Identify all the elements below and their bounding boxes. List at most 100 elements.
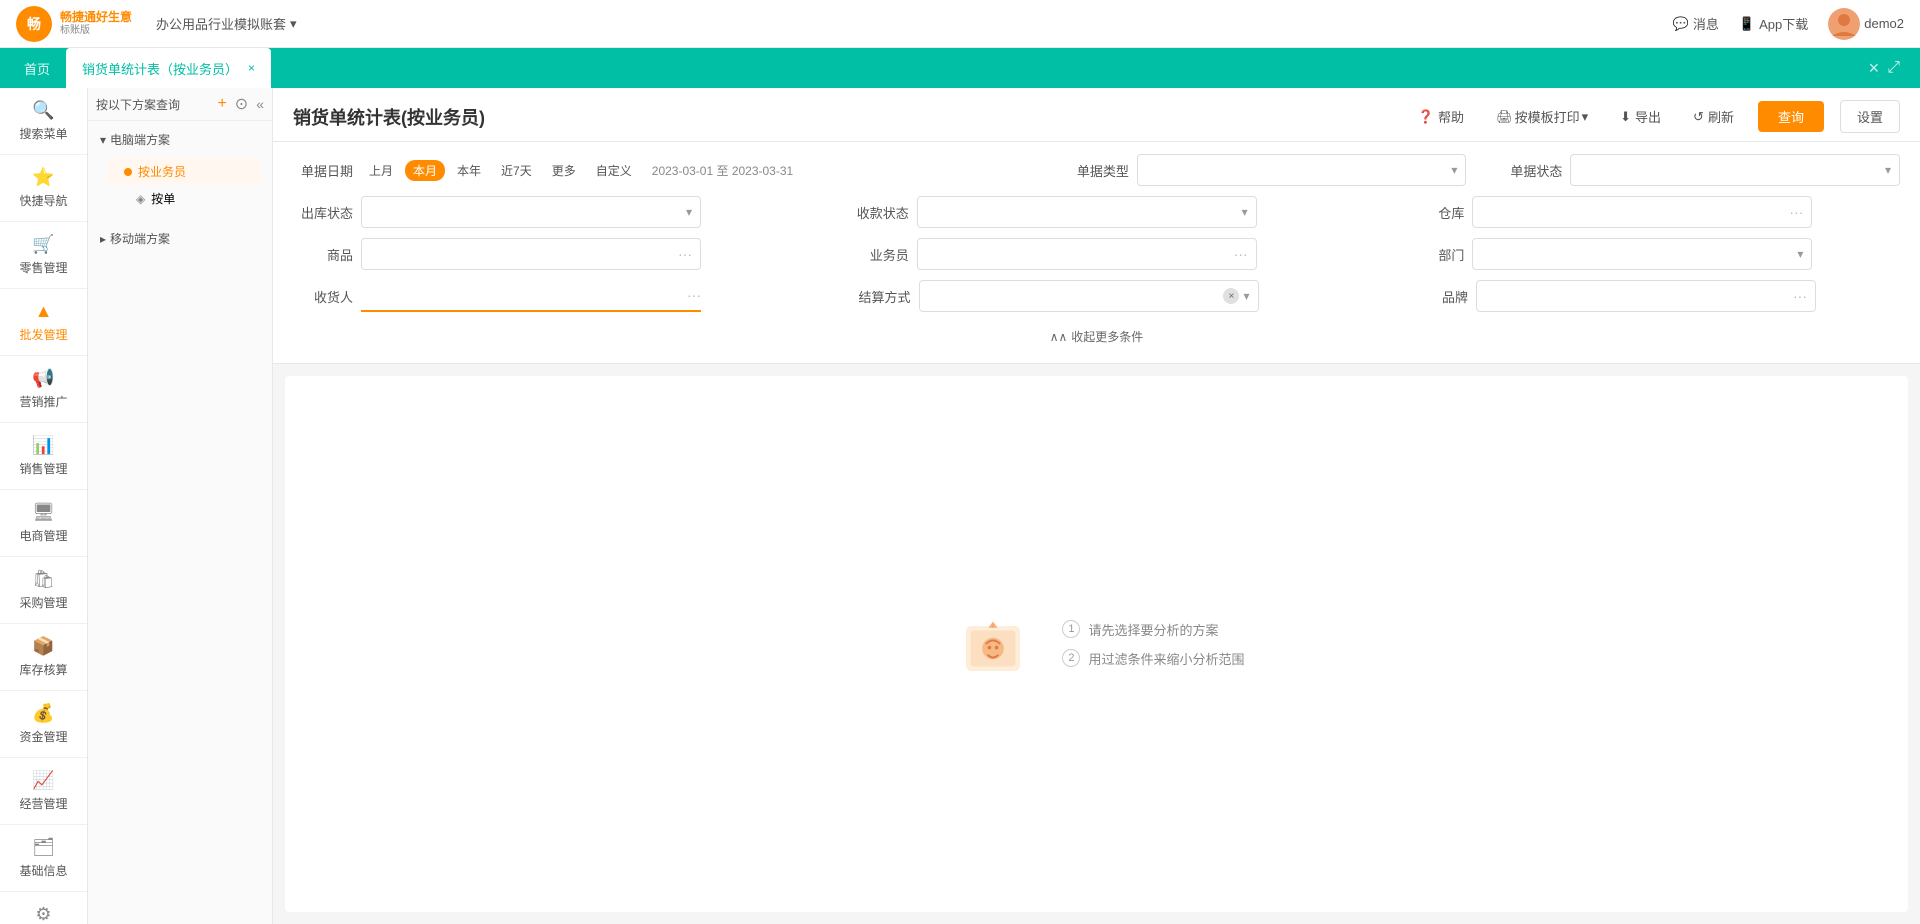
brand-dots[interactable]: ··· xyxy=(1793,288,1807,304)
sidebar-item-wholesale[interactable]: ▲ 批发管理 xyxy=(0,289,87,356)
sidebar-item-system[interactable]: ⚙ 系统管理 xyxy=(0,892,87,924)
wholesale-icon: ▲ xyxy=(35,301,53,322)
payment-status-chevron: ▾ xyxy=(1242,205,1248,219)
scheme-by-staff[interactable]: 按业务员 xyxy=(108,158,260,185)
dept-control[interactable]: ▾ xyxy=(1472,238,1812,270)
sales-icon: 📊 xyxy=(32,435,54,456)
sidebar: 🔍 搜索菜单 ⭐ 快捷导航 🛒 零售管理 ▲ 批发管理 📢 营销推广 📊 销售管… xyxy=(0,88,88,924)
sidebar-item-marketing[interactable]: 📢 营销推广 xyxy=(0,356,87,423)
basic-icon: 🗂 xyxy=(32,837,55,858)
sidebar-item-sales[interactable]: 📊 销售管理 xyxy=(0,423,87,490)
topbar: 畅 畅捷通好生意 标账版 办公用品行业模拟账套 ▾ 💬 消息 📱 App下载 xyxy=(0,0,1920,48)
desktop-section-label: 电脑端方案 xyxy=(110,131,170,148)
help-icon: ❓ xyxy=(1418,109,1434,125)
phone-icon: 📱 xyxy=(1739,16,1755,32)
help-btn[interactable]: ❓ 帮助 xyxy=(1410,103,1472,130)
maximize-window-icon[interactable]: ⤢ xyxy=(1887,59,1900,77)
user-avatar[interactable]: demo2 xyxy=(1828,8,1904,40)
empty-tip-2: 2 用过滤条件来缩小分析范围 xyxy=(1062,649,1244,668)
search-btn[interactable]: 查询 xyxy=(1758,101,1824,132)
nav-section-mobile: ▸ 移动端方案 xyxy=(88,220,272,257)
receiver-control[interactable]: ··· xyxy=(361,280,701,312)
settlement-chevron: ▾ xyxy=(1243,289,1249,303)
goods-label: 商品 xyxy=(293,245,353,264)
date-tab-current-year[interactable]: 本年 xyxy=(449,160,489,181)
date-tab-custom[interactable]: 自定义 xyxy=(588,160,640,181)
goods-dots[interactable]: ··· xyxy=(678,246,692,262)
ship-status-control[interactable]: ▾ xyxy=(361,196,701,228)
print-btn[interactable]: 🖨 按模板打印 ▾ xyxy=(1488,103,1596,130)
message-icon: 💬 xyxy=(1673,16,1689,32)
export-btn[interactable]: ⬇ 导出 xyxy=(1612,103,1669,130)
collapse-filter-btn[interactable]: ∧∧ 收起更多条件 xyxy=(293,322,1900,351)
sidebar-item-operations[interactable]: 📈 经营管理 xyxy=(0,758,87,825)
sidebar-item-basic[interactable]: 🗂 基础信息 xyxy=(0,825,87,892)
doc-status-control[interactable]: ▾ xyxy=(1570,154,1900,186)
operations-icon: 📈 xyxy=(32,770,54,791)
chevron-right-icon: ▸ xyxy=(100,232,106,246)
doc-type-control[interactable]: ▾ xyxy=(1137,154,1467,186)
warehouse-dots[interactable]: ··· xyxy=(1789,204,1803,220)
search-icon: 🔍 xyxy=(32,100,54,121)
tab-home[interactable]: 首页 xyxy=(8,48,66,88)
nav-scheme-sales: 按业务员 ◈ 按单 xyxy=(88,154,272,216)
receiver-dots[interactable]: ··· xyxy=(687,287,701,303)
date-tab-last-month[interactable]: 上月 xyxy=(361,160,401,181)
payment-status-control[interactable]: ▾ xyxy=(917,196,1257,228)
staff-dots[interactable]: ··· xyxy=(1234,246,1248,262)
tab-close-btn[interactable]: × xyxy=(248,61,255,75)
date-tab-current-month[interactable]: 本月 xyxy=(405,160,445,181)
sidebar-item-ecommerce[interactable]: 🖥 电商管理 xyxy=(0,490,87,557)
sub-doc-icon: ◈ xyxy=(136,192,145,206)
purchase-icon: 🛍 xyxy=(32,569,55,590)
date-tab-7days[interactable]: 近7天 xyxy=(493,160,540,181)
sidebar-item-purchase[interactable]: 🛍 采购管理 xyxy=(0,557,87,624)
date-tabs: 上月 本月 本年 近7天 更多 自定义 2023-03-01 至 2023-03… xyxy=(361,160,793,181)
filter-row-2: 出库状态 ▾ 收款状态 ▾ 仓库 ··· xyxy=(293,196,1900,228)
message-btn[interactable]: 💬 消息 xyxy=(1673,14,1719,33)
chevron-down-icon: ▾ xyxy=(290,16,297,32)
warehouse-control[interactable]: ··· xyxy=(1472,196,1812,228)
tab-active[interactable]: 销货单统计表（按业务员） × xyxy=(66,48,271,88)
topbar-left: 畅 畅捷通好生意 标账版 办公用品行业模拟账套 ▾ xyxy=(16,6,297,42)
settlement-clear-btn[interactable]: × xyxy=(1223,288,1239,304)
settlement-label: 结算方式 xyxy=(851,287,911,306)
empty-state: 1 请先选择要分析的方案 2 用过滤条件来缩小分析范围 xyxy=(285,376,1908,912)
app-download-btn[interactable]: 📱 App下载 xyxy=(1739,14,1808,33)
add-scheme-btn[interactable]: + xyxy=(217,95,226,113)
sidebar-item-quick-nav[interactable]: ⭐ 快捷导航 xyxy=(0,155,87,222)
brand-control[interactable]: ··· xyxy=(1476,280,1816,312)
settings-btn[interactable]: 设置 xyxy=(1840,100,1900,133)
sidebar-label-inventory: 库存核算 xyxy=(19,661,67,678)
empty-illustration xyxy=(948,599,1038,689)
sidebar-label-ecommerce: 电商管理 xyxy=(19,527,67,544)
settlement-control[interactable]: × ▾ xyxy=(919,280,1259,312)
desktop-section-title[interactable]: ▾ 电脑端方案 xyxy=(88,125,272,154)
copy-scheme-btn[interactable]: ⊙ xyxy=(235,94,248,114)
filter-row-4: 收货人 ··· 结算方式 × ▾ 品牌 xyxy=(293,280,1900,312)
filter-row-3: 商品 ··· 业务员 ··· 部门 ▾ xyxy=(293,238,1900,270)
page-header: 销货单统计表(按业务员) ❓ 帮助 🖨 按模板打印 ▾ ⬇ 导出 ↺ 刷新 xyxy=(273,88,1920,142)
sidebar-item-inventory[interactable]: 📦 库存核算 xyxy=(0,624,87,691)
sidebar-label-wholesale: 批发管理 xyxy=(19,326,67,343)
mobile-section-title[interactable]: ▸ 移动端方案 xyxy=(88,224,272,253)
sub-item-by-doc[interactable]: ◈ 按单 xyxy=(108,185,260,212)
empty-state-content: 1 请先选择要分析的方案 2 用过滤条件来缩小分析范围 xyxy=(948,599,1244,689)
sidebar-item-retail[interactable]: 🛒 零售管理 xyxy=(0,222,87,289)
goods-control[interactable]: ··· xyxy=(361,238,701,270)
finance-icon: 💰 xyxy=(32,703,54,724)
staff-control[interactable]: ··· xyxy=(917,238,1257,270)
close-window-icon[interactable]: × xyxy=(1869,58,1880,79)
dept-label: 部门 xyxy=(1404,245,1464,264)
sidebar-label-marketing: 营销推广 xyxy=(19,393,67,410)
sidebar-item-search-menu[interactable]: 🔍 搜索菜单 xyxy=(0,88,87,155)
sidebar-label-quick-nav: 快捷导航 xyxy=(19,192,67,209)
empty-tips: 1 请先选择要分析的方案 2 用过滤条件来缩小分析范围 xyxy=(1062,620,1244,668)
enterprise-select[interactable]: 办公用品行业模拟账套 ▾ xyxy=(156,14,297,33)
ship-status-chevron: ▾ xyxy=(686,205,692,219)
sidebar-item-finance[interactable]: 💰 资金管理 xyxy=(0,691,87,758)
refresh-btn[interactable]: ↺ 刷新 xyxy=(1685,103,1742,130)
collapse-nav-btn[interactable]: « xyxy=(256,96,264,112)
content-area: 销货单统计表(按业务员) ❓ 帮助 🖨 按模板打印 ▾ ⬇ 导出 ↺ 刷新 xyxy=(273,88,1920,924)
date-tab-more[interactable]: 更多 xyxy=(544,160,584,181)
